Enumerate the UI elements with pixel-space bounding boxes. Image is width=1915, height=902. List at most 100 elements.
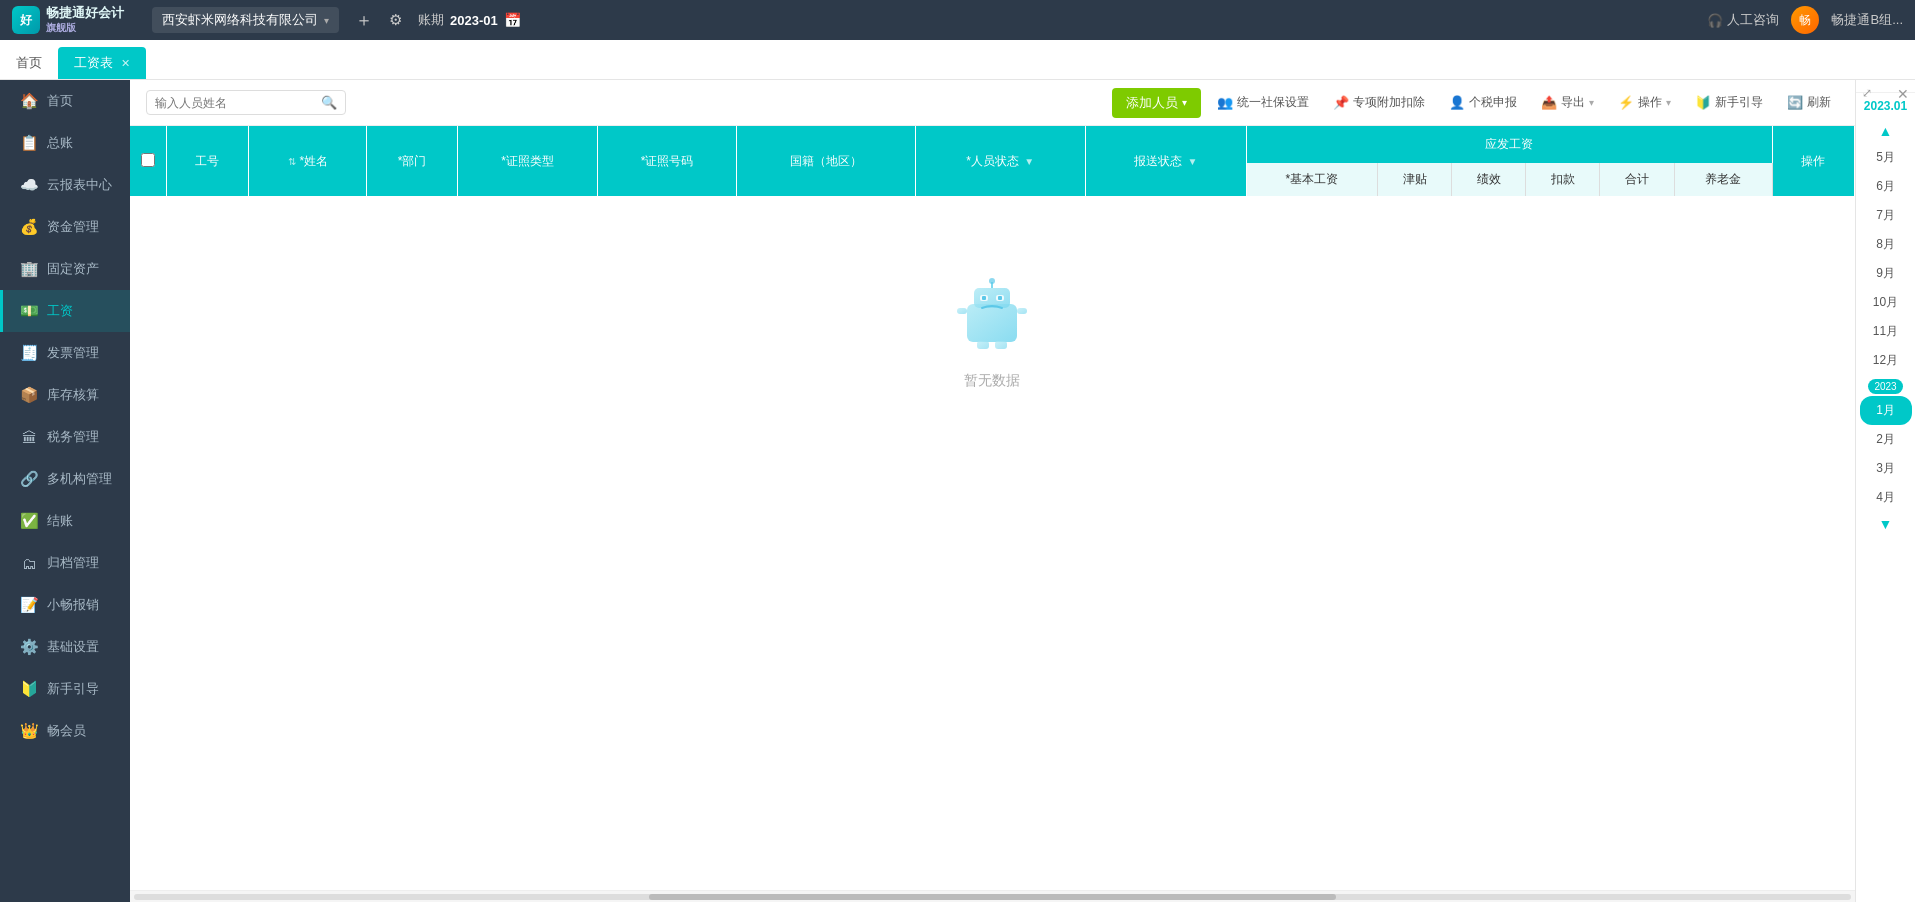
company-name: 西安虾米网络科技有限公司 — [162, 11, 318, 29]
th-report-status: 报送状态 ▼ — [1085, 126, 1246, 196]
month-11[interactable]: 11月 — [1860, 317, 1912, 346]
th-performance: 绩效 — [1452, 163, 1526, 196]
operation-label: 操作 — [1638, 94, 1662, 111]
scrollbar-thumb[interactable] — [649, 894, 1336, 900]
panel-close-icon[interactable]: ✕ — [1897, 86, 1909, 102]
th-sort-icon: ⇅ — [288, 156, 296, 167]
th-allowance: 津贴 — [1378, 163, 1452, 196]
refresh-btn[interactable]: 🔄 刷新 — [1779, 90, 1839, 115]
service-label: 人工咨询 — [1727, 11, 1779, 29]
export-btn[interactable]: 📤 导出 ▾ — [1533, 90, 1602, 115]
month-12[interactable]: 12月 — [1860, 346, 1912, 375]
th-id-type: *证照类型 — [458, 126, 598, 196]
sidebar-item-assets[interactable]: 🏢 固定资产 — [0, 248, 130, 290]
svg-rect-0 — [967, 304, 1017, 342]
social-label: 统一社保设置 — [1237, 94, 1309, 111]
user-avatar[interactable]: 畅 — [1791, 6, 1819, 34]
th-base-salary: *基本工资 — [1246, 163, 1378, 196]
sidebar-label-ledger: 总账 — [47, 134, 73, 152]
month-6[interactable]: 6月 — [1860, 172, 1912, 201]
month-3[interactable]: 3月 — [1860, 454, 1912, 483]
main-layout: 🏠 首页 📋 总账 ☁️ 云报表中心 💰 资金管理 🏢 固定资产 💵 工资 🧾 … — [0, 80, 1915, 902]
th-deduction: 扣款 — [1526, 163, 1600, 196]
user-service-btn[interactable]: 🎧 人工咨询 — [1707, 11, 1779, 29]
month-1-active[interactable]: 1月 — [1860, 396, 1912, 425]
table-body: 暂无数据 — [130, 196, 1855, 470]
sidebar-label-salary: 工资 — [47, 302, 73, 320]
month-10[interactable]: 10月 — [1860, 288, 1912, 317]
special-deduction-btn[interactable]: 📌 专项附加扣除 — [1325, 90, 1433, 115]
ledger-icon: 📋 — [19, 134, 39, 152]
status-filter-icon[interactable]: ▼ — [1024, 156, 1034, 167]
expand-icon[interactable]: ⤢ — [1862, 86, 1872, 100]
deduction-icon: 📌 — [1333, 95, 1349, 110]
settings-icon[interactable]: ⚙ — [389, 11, 402, 29]
operation-btn[interactable]: ⚡ 操作 ▾ — [1610, 90, 1679, 115]
sidebar-item-funds[interactable]: 💰 资金管理 — [0, 206, 130, 248]
month-4[interactable]: 4月 — [1860, 483, 1912, 512]
guide-btn[interactable]: 🔰 新手引导 — [1687, 90, 1771, 115]
tab-salary[interactable]: 工资表 ✕ — [58, 47, 146, 79]
select-all-checkbox[interactable] — [141, 153, 155, 167]
period-label: 账期 — [418, 11, 444, 29]
guide-toolbar-icon: 🔰 — [1695, 95, 1711, 110]
sidebar-item-member[interactable]: 👑 畅会员 — [0, 710, 130, 752]
report-filter-icon[interactable]: ▼ — [1187, 156, 1197, 167]
sidebar-item-multi[interactable]: 🔗 多机构管理 — [0, 458, 130, 500]
sidebar-item-report[interactable]: ☁️ 云报表中心 — [0, 164, 130, 206]
horizontal-scrollbar[interactable] — [130, 890, 1855, 902]
home-icon: 🏠 — [19, 92, 39, 110]
calendar-icon[interactable]: 📅 — [504, 12, 521, 28]
sidebar-item-inventory[interactable]: 📦 库存核算 — [0, 374, 130, 416]
month-8[interactable]: 8月 — [1860, 230, 1912, 259]
add-button[interactable]: ＋ — [355, 8, 373, 32]
table-header-row-1: 工号 ⇅ *姓名 *部门 *证照类型 *证照号码 国籍（地区） *人员状态 ▼ — [130, 126, 1855, 163]
svg-rect-5 — [998, 296, 1002, 300]
inventory-icon: 📦 — [19, 386, 39, 404]
header-actions: ＋ ⚙ — [355, 8, 402, 32]
sidebar-item-tax[interactable]: 🏛 税务管理 — [0, 416, 130, 458]
funds-icon: 💰 — [19, 218, 39, 236]
company-selector[interactable]: 西安虾米网络科技有限公司 ▾ — [152, 7, 339, 33]
svg-rect-11 — [995, 341, 1007, 349]
sidebar-item-expense[interactable]: 📝 小畅报销 — [0, 584, 130, 626]
tab-close-icon[interactable]: ✕ — [121, 57, 130, 70]
sidebar-item-salary[interactable]: 💵 工资 — [0, 290, 130, 332]
sidebar-item-guide[interactable]: 🔰 新手引导 — [0, 668, 130, 710]
tax-report-btn[interactable]: 👤 个税申报 — [1441, 90, 1525, 115]
sidebar-item-home[interactable]: 🏠 首页 — [0, 80, 130, 122]
panel-down-arrow[interactable]: ▼ — [1875, 512, 1897, 536]
guide-icon: 🔰 — [19, 680, 39, 698]
tab-home-label: 首页 — [16, 54, 42, 72]
sidebar-label-guide: 新手引导 — [47, 680, 99, 698]
member-icon: 👑 — [19, 722, 39, 740]
sidebar: 🏠 首页 📋 总账 ☁️ 云报表中心 💰 资金管理 🏢 固定资产 💵 工资 🧾 … — [0, 80, 130, 902]
svg-rect-8 — [957, 308, 967, 314]
export-label: 导出 — [1561, 94, 1585, 111]
social-security-btn[interactable]: 👥 统一社保设置 — [1209, 90, 1317, 115]
settings-nav-icon: ⚙️ — [19, 638, 39, 656]
user-name: 畅捷通B组... — [1831, 11, 1903, 29]
month-7[interactable]: 7月 — [1860, 201, 1912, 230]
sidebar-item-settings[interactable]: ⚙️ 基础设置 — [0, 626, 130, 668]
empty-text: 暂无数据 — [964, 372, 1020, 390]
month-2[interactable]: 2月 — [1860, 425, 1912, 454]
sidebar-item-invoice[interactable]: 🧾 发票管理 — [0, 332, 130, 374]
sidebar-item-archive[interactable]: 🗂 归档管理 — [0, 542, 130, 584]
month-5[interactable]: 5月 — [1860, 143, 1912, 172]
panel-up-arrow[interactable]: ▲ — [1875, 119, 1897, 143]
sidebar-label-multi: 多机构管理 — [47, 470, 112, 488]
social-icon: 👥 — [1217, 95, 1233, 110]
chevron-down-icon: ▾ — [324, 15, 329, 26]
th-dept: *部门 — [366, 126, 457, 196]
refresh-label: 刷新 — [1807, 94, 1831, 111]
sidebar-item-close[interactable]: ✅ 结账 — [0, 500, 130, 542]
sidebar-item-ledger[interactable]: 📋 总账 — [0, 122, 130, 164]
headset-icon: 🎧 — [1707, 13, 1723, 28]
search-input[interactable] — [155, 96, 315, 110]
sidebar-label-tax: 税务管理 — [47, 428, 99, 446]
month-9[interactable]: 9月 — [1860, 259, 1912, 288]
tab-home[interactable]: 首页 — [0, 47, 58, 79]
tab-bar: 首页 工资表 ✕ — [0, 40, 1915, 80]
add-person-button[interactable]: 添加人员 ▾ — [1112, 88, 1201, 118]
